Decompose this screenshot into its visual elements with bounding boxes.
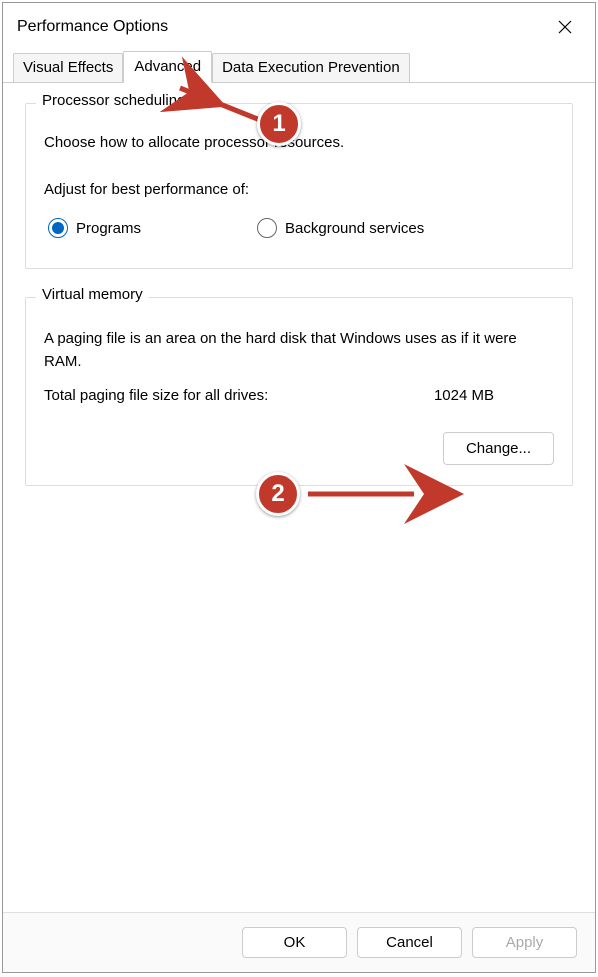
dialog-footer: OK Cancel Apply [3,912,595,972]
radio-background-label: Background services [285,220,424,237]
vm-total-value: 1024 MB [434,387,494,404]
tab-visual-effects[interactable]: Visual Effects [13,53,123,82]
radio-programs[interactable]: Programs [48,218,141,238]
cancel-button[interactable]: Cancel [357,927,462,958]
close-icon [558,20,572,34]
change-button[interactable]: Change... [443,432,554,465]
processor-adjust-label: Adjust for best performance of: [44,181,554,198]
vm-group-title: Virtual memory [36,286,149,303]
radio-icon [257,218,277,238]
processor-desc: Choose how to allocate processor resourc… [44,134,554,151]
processor-radio-row: Programs Background services [44,218,554,238]
radio-background-services[interactable]: Background services [257,218,424,238]
vm-total-label: Total paging file size for all drives: [44,387,268,404]
tab-strip: Visual Effects Advanced Data Execution P… [3,51,595,83]
ok-button[interactable]: OK [242,927,347,958]
titlebar: Performance Options [3,3,595,45]
tab-advanced[interactable]: Advanced [123,51,212,83]
radio-programs-label: Programs [76,220,141,237]
tab-content: Processor scheduling Choose how to alloc… [3,83,595,912]
vm-total-row: Total paging file size for all drives: 1… [44,387,554,404]
virtual-memory-group: Virtual memory A paging file is an area … [25,297,573,486]
processor-group-title: Processor scheduling [36,92,191,109]
processor-scheduling-group: Processor scheduling Choose how to alloc… [25,103,573,269]
radio-icon [48,218,68,238]
performance-options-dialog: Performance Options Visual Effects Advan… [2,2,596,973]
tab-dep[interactable]: Data Execution Prevention [212,53,410,82]
vm-button-row: Change... [44,432,554,465]
dialog-title: Performance Options [17,18,168,36]
apply-button[interactable]: Apply [472,927,577,958]
close-button[interactable] [545,11,585,43]
vm-desc: A paging file is an area on the hard dis… [44,328,554,373]
